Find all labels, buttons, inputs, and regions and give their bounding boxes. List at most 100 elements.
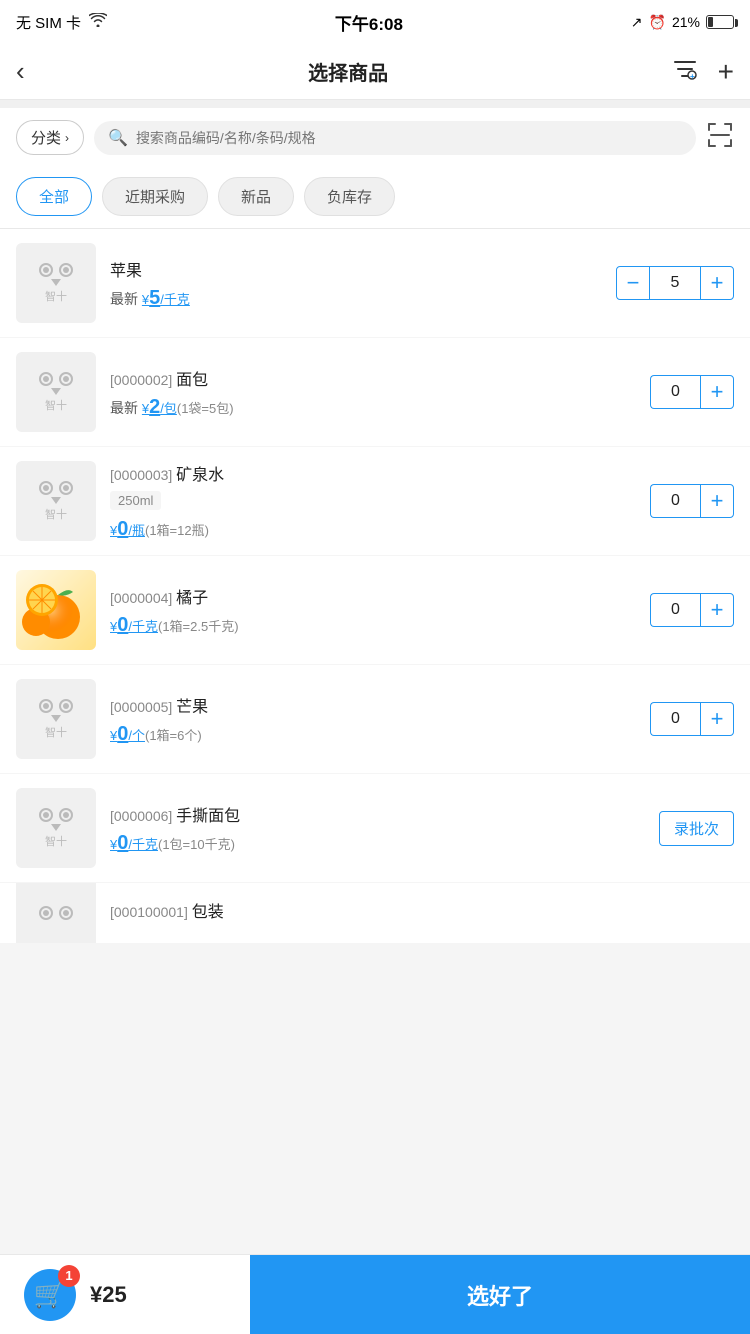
status-right: ↗ ⏰ 21% bbox=[631, 14, 734, 31]
search-bar[interactable]: 🔍 bbox=[94, 121, 696, 155]
quantity-control-0000006: 录批次 bbox=[659, 811, 734, 846]
divider-1 bbox=[0, 100, 750, 108]
increase-button[interactable]: + bbox=[700, 266, 734, 300]
product-image-0000001: 智十 bbox=[16, 243, 96, 323]
increase-button[interactable]: + bbox=[700, 484, 734, 518]
product-image-0000004 bbox=[16, 570, 96, 650]
list-item: 智十 [0000002] 面包 最新 ¥2/包(1袋=5包) + bbox=[0, 338, 750, 446]
quantity-input[interactable] bbox=[650, 266, 700, 300]
product-price: ¥0/瓶(1箱=12瓶) bbox=[110, 518, 636, 541]
price-unit: /瓶 bbox=[128, 523, 145, 538]
search-icon: 🔍 bbox=[108, 128, 128, 148]
scan-icon[interactable] bbox=[706, 121, 734, 155]
nav-actions: + + bbox=[672, 56, 734, 88]
category-chevron-icon: › bbox=[65, 131, 69, 145]
product-info-000100001: [000100001] 包装 bbox=[110, 898, 734, 928]
increase-button[interactable]: + bbox=[700, 375, 734, 409]
back-button[interactable]: ‹ bbox=[16, 56, 25, 87]
product-name: [0000002] 面包 bbox=[110, 366, 636, 390]
cart-badge: 1 bbox=[58, 1265, 80, 1287]
add-icon[interactable]: + bbox=[718, 56, 734, 88]
price-amount: 0 bbox=[117, 614, 128, 636]
increase-button[interactable]: + bbox=[700, 593, 734, 627]
tab-new-label: 新品 bbox=[241, 189, 271, 206]
price-unit: /包 bbox=[160, 401, 177, 416]
price-unit: /千克 bbox=[128, 837, 158, 852]
owl-logo: 智十 bbox=[39, 808, 73, 849]
price-amount: 2 bbox=[149, 396, 160, 418]
tab-recent[interactable]: 近期采购 bbox=[102, 177, 208, 216]
price-extra: (1箱=6个) bbox=[145, 728, 202, 743]
filter-icon[interactable]: + bbox=[672, 57, 698, 87]
increase-button[interactable]: + bbox=[700, 702, 734, 736]
status-time: 下午6:08 bbox=[335, 10, 403, 35]
cart-section: 🛒 1 ¥25 bbox=[0, 1269, 250, 1321]
quantity-input[interactable] bbox=[650, 593, 700, 627]
product-info-0000006: [0000006] 手撕面包 ¥0/千克(1包=10千克) bbox=[110, 802, 645, 855]
product-name: [0000004] 橘子 bbox=[110, 584, 636, 608]
product-list: 智十 苹果 最新 ¥5/千克 − + 智十 bbox=[0, 229, 750, 943]
product-info-0000004: [0000004] 橘子 ¥0/千克(1箱=2.5千克) bbox=[110, 584, 636, 637]
tab-all[interactable]: 全部 bbox=[16, 177, 92, 216]
quantity-input[interactable] bbox=[650, 702, 700, 736]
owl-logo: 智十 bbox=[39, 699, 73, 740]
price-extra: (1箱=2.5千克) bbox=[158, 619, 239, 634]
status-bar: 无 SIM 卡 下午6:08 ↗ ⏰ 21% bbox=[0, 0, 750, 44]
carrier-text: 无 SIM 卡 bbox=[16, 12, 81, 33]
battery-percent: 21% bbox=[672, 14, 700, 30]
quantity-control-0000001: − + bbox=[616, 266, 734, 300]
product-price: ¥0/千克(1箱=2.5千克) bbox=[110, 614, 636, 637]
tab-recent-label: 近期采购 bbox=[125, 189, 185, 206]
price-amount: 5 bbox=[149, 287, 160, 309]
product-price: 最新 ¥5/千克 bbox=[110, 287, 602, 310]
alarm-icon: ⏰ bbox=[649, 14, 666, 31]
quantity-input[interactable] bbox=[650, 484, 700, 518]
list-item: 智十 [0000003] 矿泉水 250ml ¥0/瓶(1箱=12瓶) + bbox=[0, 447, 750, 555]
product-info-0000003: [0000003] 矿泉水 250ml ¥0/瓶(1箱=12瓶) bbox=[110, 461, 636, 541]
quantity-input[interactable] bbox=[650, 375, 700, 409]
price-extra: (1袋=5包) bbox=[177, 401, 234, 416]
category-label: 分类 bbox=[31, 127, 61, 148]
list-item: [000100001] 包装 bbox=[0, 883, 750, 943]
product-name: [000100001] 包装 bbox=[110, 898, 734, 922]
search-input[interactable] bbox=[136, 130, 682, 146]
wifi-icon bbox=[89, 13, 107, 31]
tab-row: 全部 近期采购 新品 负库存 bbox=[0, 167, 750, 228]
svg-text:+: + bbox=[690, 72, 695, 81]
product-info-0000005: [0000005] 芒果 ¥0/个(1箱=6个) bbox=[110, 693, 636, 746]
batch-button[interactable]: 录批次 bbox=[659, 811, 734, 846]
product-name: [0000006] 手撕面包 bbox=[110, 802, 645, 826]
product-name: 苹果 bbox=[110, 257, 602, 281]
product-image-0000005: 智十 bbox=[16, 679, 96, 759]
tab-negative[interactable]: 负库存 bbox=[304, 177, 395, 216]
product-image-0000006: 智十 bbox=[16, 788, 96, 868]
price-amount: 0 bbox=[117, 832, 128, 854]
tab-new[interactable]: 新品 bbox=[218, 177, 294, 216]
product-spec: 250ml bbox=[110, 491, 161, 510]
battery-icon bbox=[706, 15, 734, 29]
list-item: [0000004] 橘子 ¥0/千克(1箱=2.5千克) + bbox=[0, 556, 750, 664]
category-button[interactable]: 分类 › bbox=[16, 120, 84, 155]
confirm-button[interactable]: 选好了 bbox=[250, 1255, 750, 1334]
list-item: 智十 苹果 最新 ¥5/千克 − + bbox=[0, 229, 750, 337]
tab-negative-label: 负库存 bbox=[327, 189, 372, 206]
price-label: 最新 bbox=[110, 400, 138, 416]
price-extra: (1包=10千克) bbox=[158, 837, 235, 852]
product-info-0000001: 苹果 最新 ¥5/千克 bbox=[110, 257, 602, 310]
owl-logo bbox=[39, 906, 73, 920]
quantity-control-0000005: + bbox=[650, 702, 734, 736]
quantity-control-0000002: + bbox=[650, 375, 734, 409]
tab-all-label: 全部 bbox=[39, 189, 69, 206]
product-price: 最新 ¥2/包(1袋=5包) bbox=[110, 396, 636, 419]
decrease-button[interactable]: − bbox=[616, 266, 650, 300]
price-unit: /千克 bbox=[128, 619, 158, 634]
price-amount: 0 bbox=[117, 723, 128, 745]
cart-icon-wrap[interactable]: 🛒 1 bbox=[24, 1269, 76, 1321]
quantity-control-0000003: + bbox=[650, 484, 734, 518]
nav-bar: ‹ 选择商品 + + bbox=[0, 44, 750, 100]
quantity-control-0000004: + bbox=[650, 593, 734, 627]
confirm-label: 选好了 bbox=[467, 1279, 533, 1311]
product-image-0000002: 智十 bbox=[16, 352, 96, 432]
location-icon: ↗ bbox=[631, 14, 643, 31]
page-title: 选择商品 bbox=[308, 57, 388, 86]
